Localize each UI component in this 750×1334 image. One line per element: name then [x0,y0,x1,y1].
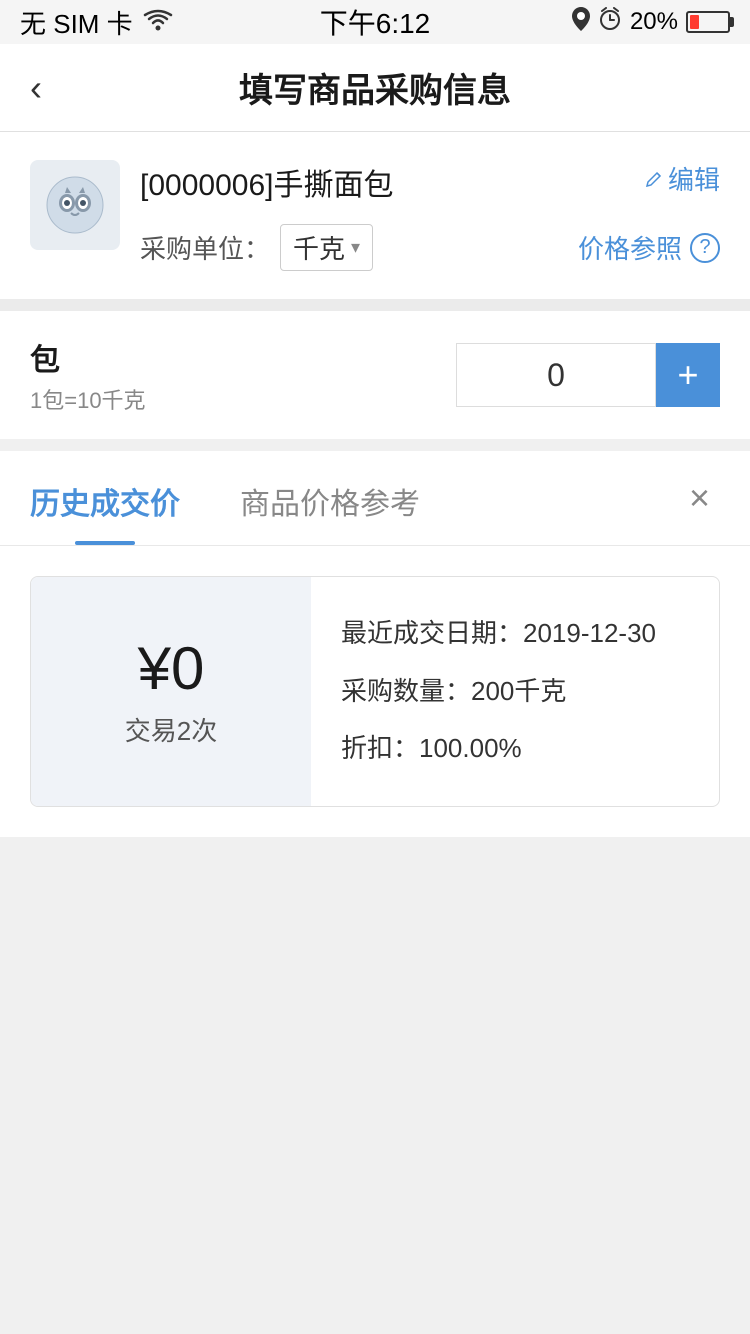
unit-select[interactable]: 千克 ▾ [280,224,373,271]
discount-value: 100.00% [419,733,522,763]
product-name: [0000006]手撕面包 [140,160,393,204]
bottom-panel: 历史成交价 商品价格参考 × ¥0 交易2次 最近成交日期：2019-12-30… [0,451,750,837]
tab-product-price-ref[interactable]: 商品价格参考 [240,451,420,545]
quantity-unit-label: 包 [30,335,146,379]
product-card: [0000006]手撕面包 编辑 采购单位： 千克 ▾ 价格参照 ? [0,132,750,299]
price-trades: 交易2次 [125,711,217,748]
tab-product-price-ref-label: 商品价格参考 [240,488,420,521]
tabs-row: 历史成交价 商品价格参考 × [0,451,750,546]
price-value: 0 [171,635,204,702]
quantity-conversion-label: 1包=10千克 [30,383,146,415]
quantity-label-group: 包 1包=10千克 [30,335,146,415]
edit-label: 编辑 [668,160,720,197]
currency-symbol: ¥ [138,635,171,702]
price-card-right: 最近成交日期：2019-12-30 采购数量：200千克 折扣：100.00% [311,577,719,806]
price-ref-help-icon: ? [690,233,720,263]
date-label: 最近成交日期： [341,618,523,648]
product-unit-row: 采购单位： 千克 ▾ 价格参照 ? [140,224,720,271]
battery-icon [686,11,730,33]
price-detail-quantity: 采购数量：200千克 [341,671,689,713]
date-value: 2019-12-30 [523,618,656,648]
quantity-input-group: + [456,343,720,407]
tab-history-price-label: 历史成交价 [30,488,180,521]
nav-bar: ‹ 填写商品采购信息 [0,44,750,132]
status-left: 无 SIM 卡 [20,4,173,41]
tab-history-price[interactable]: 历史成交价 [30,451,180,545]
price-amount: ¥0 [138,634,205,703]
unit-arrow-icon: ▾ [351,237,360,258]
wifi-icon [143,7,173,38]
tabs-group: 历史成交价 商品价格参考 [30,451,420,545]
quantity-plus-button[interactable]: + [656,343,720,407]
discount-label: 折扣： [341,733,419,763]
edit-button[interactable]: 编辑 [644,160,720,197]
quantity-detail-value: 200千克 [471,676,566,706]
quantity-input[interactable] [456,343,656,407]
battery-percent: 20% [630,8,678,36]
unit-value: 千克 [293,229,345,266]
status-right: 20% [572,7,730,38]
quantity-detail-label: 采购数量： [341,676,471,706]
price-ref-label: 价格参照 [578,229,682,266]
unit-label: 采购单位： [140,229,270,266]
status-time: 下午6:12 [320,2,431,42]
product-header: [0000006]手撕面包 编辑 [140,160,720,204]
back-button[interactable]: ‹ [30,67,42,109]
status-bar: 无 SIM 卡 下午6:12 [0,0,750,44]
product-details: [0000006]手撕面包 编辑 采购单位： 千克 ▾ 价格参照 ? [140,160,720,271]
carrier-label: 无 SIM 卡 [20,4,133,41]
history-content: ¥0 交易2次 最近成交日期：2019-12-30 采购数量：200千克 折扣：… [0,546,750,837]
price-detail-date: 最近成交日期：2019-12-30 [341,613,689,655]
price-detail-discount: 折扣：100.00% [341,728,689,770]
location-icon [572,7,590,38]
page-title: 填写商品采购信息 [239,63,511,112]
product-image [30,160,120,250]
price-card: ¥0 交易2次 最近成交日期：2019-12-30 采购数量：200千克 折扣：… [30,576,720,807]
price-card-left: ¥0 交易2次 [31,577,311,806]
alarm-icon [598,7,622,38]
section-divider [0,299,750,311]
close-button[interactable]: × [679,467,720,529]
quantity-row: 包 1包=10千克 + [0,311,750,439]
price-ref-button[interactable]: 价格参照 ? [578,229,720,266]
